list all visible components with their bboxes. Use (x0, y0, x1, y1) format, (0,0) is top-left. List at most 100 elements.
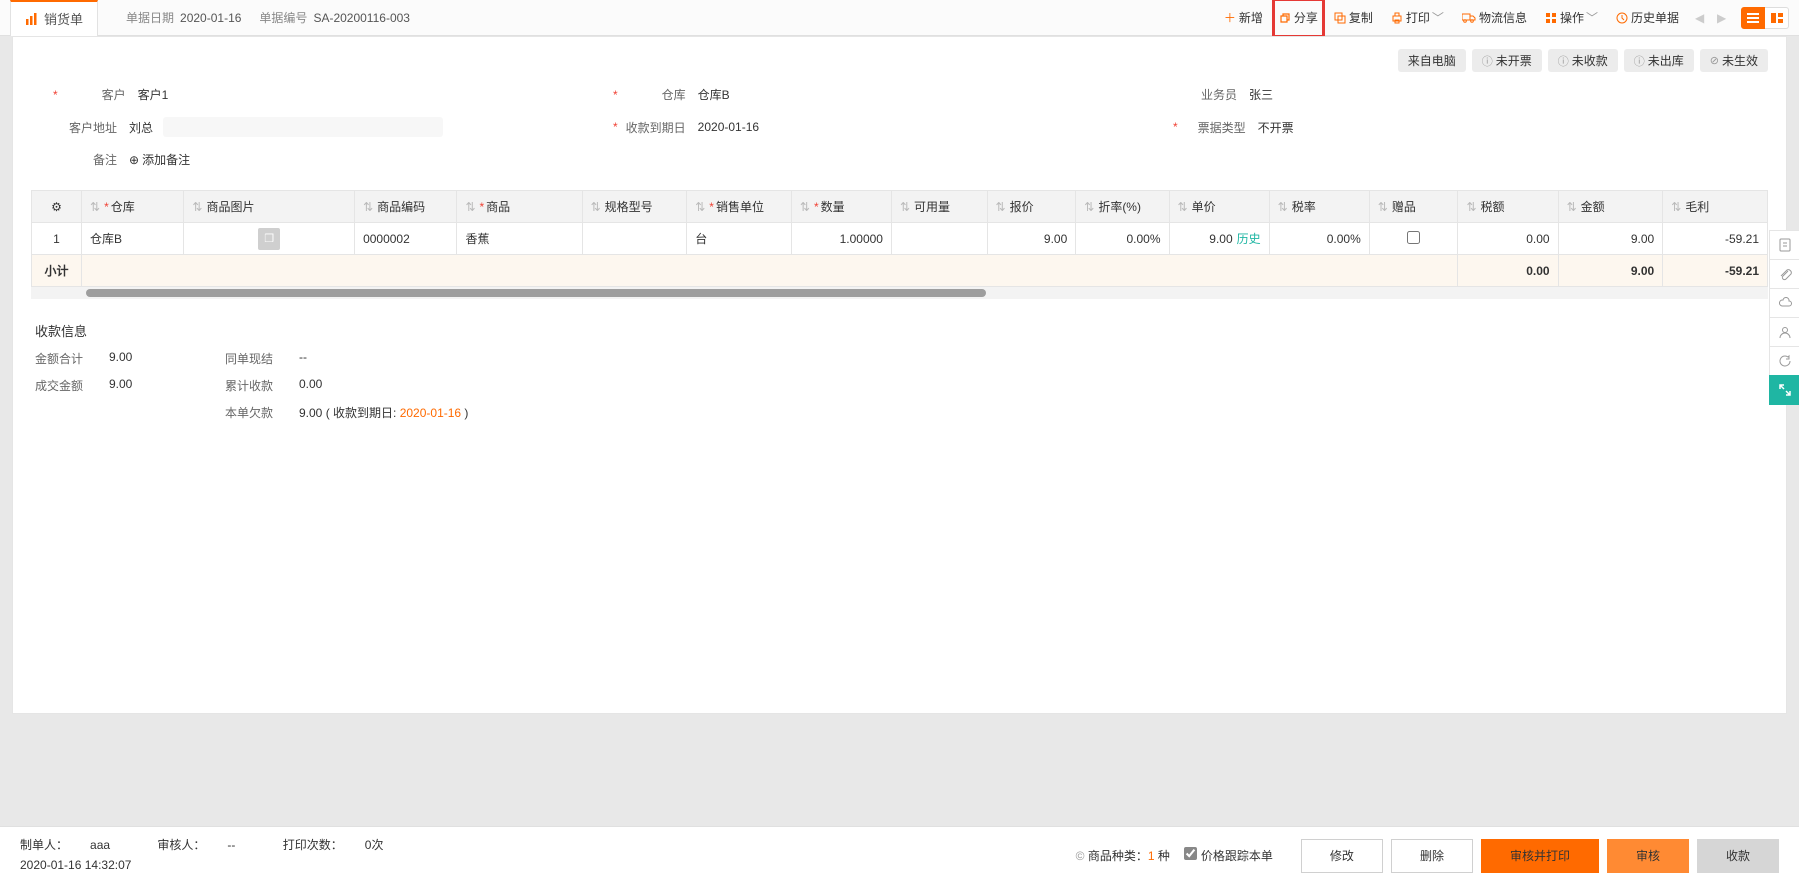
col-price[interactable]: ⇅单价 (1169, 191, 1269, 223)
cell-quote[interactable]: 9.00 (987, 223, 1076, 255)
footer-middle: © 商品种类：1 种 价格跟踪本单 (1076, 847, 1273, 864)
badge-source: 来自电脑 (1398, 49, 1466, 72)
addr-value[interactable]: 刘总 (129, 119, 153, 136)
col-taxrate[interactable]: ⇅税率 (1269, 191, 1369, 223)
date-label: 单据日期 (126, 9, 174, 26)
delete-button[interactable]: 删除 (1391, 839, 1473, 873)
col-unit[interactable]: ⇅*销售单位 (687, 191, 792, 223)
price-follow-checkbox[interactable]: 价格跟踪本单 (1184, 847, 1273, 864)
rail-expand-button[interactable] (1769, 375, 1799, 405)
print-button[interactable]: 打印 ﹀ (1385, 5, 1450, 31)
col-gear[interactable]: ⚙ (32, 191, 82, 223)
addr-label: 客户地址 (53, 119, 117, 136)
col-gift[interactable]: ⇅赠品 (1369, 191, 1458, 223)
gear-icon: ⚙ (51, 200, 62, 214)
rail-cloud-button[interactable] (1769, 288, 1799, 318)
col-code[interactable]: ⇅商品编码 (355, 191, 457, 223)
copy-icon (1334, 12, 1346, 24)
cell-idx: 1 (32, 223, 82, 255)
info-icon: ⓘ (1482, 53, 1493, 69)
col-discount[interactable]: ⇅折率(%) (1076, 191, 1169, 223)
col-taxamount[interactable]: ⇅税额 (1458, 191, 1558, 223)
cell-qty[interactable]: 1.00000 (791, 223, 891, 255)
copy-button[interactable]: 复制 (1328, 5, 1379, 31)
ban-icon: ⊘ (1710, 54, 1719, 67)
audit-button[interactable]: 审核 (1607, 839, 1689, 873)
cell-gift[interactable] (1369, 223, 1458, 255)
cell-amount: 9.00 (1558, 223, 1663, 255)
image-placeholder-icon: ❒ (258, 228, 280, 250)
rail-refresh-button[interactable] (1769, 346, 1799, 376)
items-table: ⚙ ⇅*仓库 ⇅商品图片 ⇅商品编码 ⇅*商品 ⇅规格型号 ⇅*销售单位 ⇅*数… (31, 190, 1768, 287)
subtotal-taxamount: 0.00 (1458, 255, 1558, 287)
operate-button[interactable]: 操作 ﹀ (1539, 5, 1604, 31)
rail-user-button[interactable] (1769, 317, 1799, 347)
cell-code[interactable]: 0000002 (355, 223, 457, 255)
cell-discount[interactable]: 0.00% (1076, 223, 1169, 255)
history-button[interactable]: 历史单据 (1610, 5, 1685, 31)
chevron-down-icon: ﹀ (1586, 9, 1598, 26)
price-history-link[interactable]: 历史 (1237, 232, 1261, 246)
add-remark-link[interactable]: ⊕添加备注 (129, 151, 190, 168)
due-value[interactable]: 2020-01-16 (698, 120, 759, 134)
badge-outstock[interactable]: ⓘ未出库 (1624, 49, 1694, 72)
cell-image[interactable]: ❒ (184, 223, 355, 255)
share-button[interactable]: 分享 (1275, 1, 1322, 35)
col-profit[interactable]: ⇅毛利 (1663, 191, 1768, 223)
col-available[interactable]: ⇅可用量 (891, 191, 987, 223)
view-list-button[interactable] (1741, 7, 1765, 29)
modify-button[interactable]: 修改 (1301, 839, 1383, 873)
chevron-down-icon: ﹀ (1432, 9, 1444, 26)
col-quote[interactable]: ⇅报价 (987, 191, 1076, 223)
new-button[interactable]: ＋ 新增 (1218, 5, 1269, 31)
col-image[interactable]: ⇅商品图片 (184, 191, 355, 223)
view-toggle (1741, 7, 1789, 29)
tab-title: 销货单 (44, 9, 83, 28)
chart-icon (25, 12, 39, 26)
cell-warehouse[interactable]: 仓库B (82, 223, 184, 255)
col-warehouse[interactable]: ⇅*仓库 (82, 191, 184, 223)
warehouse-label: 仓库 (622, 86, 686, 103)
salesman-value[interactable]: 张三 (1249, 86, 1273, 103)
col-spec[interactable]: ⇅规格型号 (582, 191, 687, 223)
audit-print-button[interactable]: 审核并打印 (1481, 839, 1599, 873)
print-icon (1391, 12, 1403, 24)
invoice-type-value[interactable]: 不开票 (1258, 119, 1294, 136)
cash-amount: -- (299, 350, 307, 367)
gift-checkbox[interactable] (1407, 231, 1420, 244)
col-qty[interactable]: ⇅*数量 (791, 191, 891, 223)
cell-spec[interactable] (582, 223, 687, 255)
due-label: 收款到期日 (622, 119, 686, 136)
cell-unit[interactable]: 台 (687, 223, 792, 255)
subtotal-profit: -59.21 (1663, 255, 1768, 287)
history-icon (1616, 12, 1628, 24)
cell-price[interactable]: 9.00历史 (1169, 223, 1269, 255)
warehouse-value[interactable]: 仓库B (698, 86, 730, 103)
cell-available (891, 223, 987, 255)
rail-attach-button[interactable] (1769, 259, 1799, 289)
payment-grid: 金额合计9.00 成交金额9.00 同单现结-- 累计收款0.00 本单欠款 9… (13, 350, 1786, 431)
badge-receive[interactable]: ⓘ未收款 (1548, 49, 1618, 72)
badge-effect[interactable]: ⊘未生效 (1700, 49, 1768, 72)
col-product[interactable]: ⇅*商品 (457, 191, 582, 223)
scrollbar-thumb[interactable] (86, 289, 986, 297)
badge-invoice[interactable]: ⓘ未开票 (1472, 49, 1542, 72)
table-row[interactable]: 1 仓库B ❒ 0000002 香蕉 台 1.00000 9.00 0.00% … (32, 223, 1768, 255)
cell-product[interactable]: 香蕉 (457, 223, 582, 255)
rail-note-button[interactable] (1769, 230, 1799, 260)
share-icon (1279, 12, 1291, 24)
view-card-button[interactable] (1765, 7, 1789, 29)
col-amount[interactable]: ⇅金额 (1558, 191, 1663, 223)
cell-taxrate[interactable]: 0.00% (1269, 223, 1369, 255)
next-arrow[interactable]: ▶ (1713, 11, 1729, 25)
remark-label: 备注 (53, 151, 117, 168)
horizontal-scrollbar[interactable] (31, 287, 1768, 299)
table-header-row: ⚙ ⇅*仓库 ⇅商品图片 ⇅商品编码 ⇅*商品 ⇅规格型号 ⇅*销售单位 ⇅*数… (32, 191, 1768, 223)
doc-tab[interactable]: 销货单 (10, 0, 98, 36)
prev-arrow[interactable]: ◀ (1691, 11, 1707, 25)
addr-redacted (163, 117, 443, 137)
customer-value[interactable]: 客户1 (138, 86, 169, 103)
top-actions: ＋ 新增 分享 复制 打印 ﹀ 物流信息 (1218, 1, 1789, 35)
logistics-button[interactable]: 物流信息 (1456, 5, 1533, 31)
footer-bar: 制单人：aaa 审核人：-- 打印次数：0次 2020-01-16 14:32:… (0, 826, 1799, 884)
